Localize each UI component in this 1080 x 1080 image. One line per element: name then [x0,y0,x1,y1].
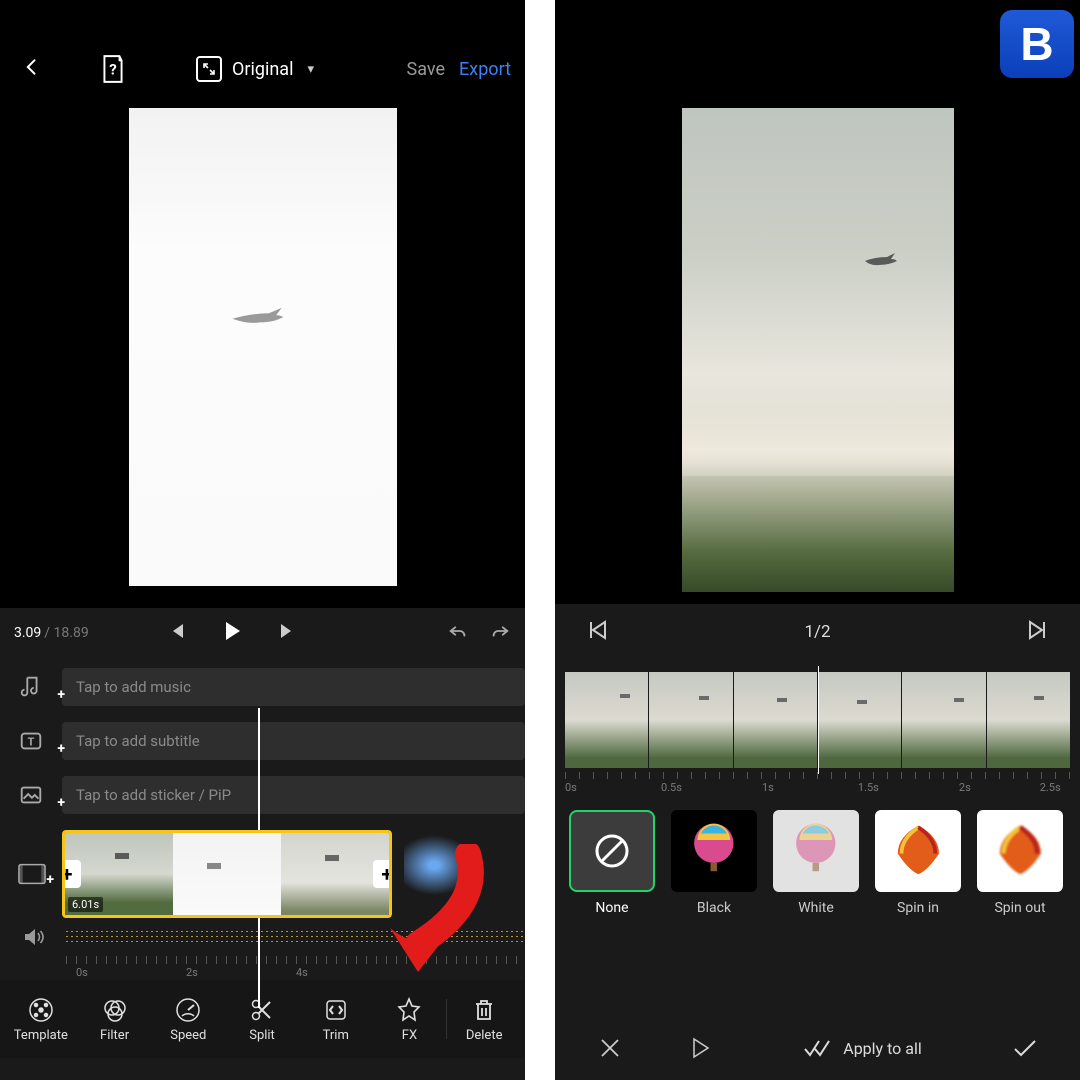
playhead[interactable] [818,666,820,774]
split-button[interactable]: Split [225,996,299,1043]
clip-track[interactable]: 6.01s + + [62,830,525,918]
save-button[interactable]: Save [407,59,446,80]
transition-black[interactable]: Black [671,810,757,920]
delete-button[interactable]: Delete [447,996,521,1043]
expand-icon [196,56,222,82]
video-preview[interactable] [0,98,525,608]
timeline-panel: 3.09 / 18.89 + [0,608,525,1080]
apply-all-button[interactable]: Apply to all [745,1038,980,1058]
cancel-button[interactable] [565,1035,655,1061]
subtitle-track-icon[interactable]: T + [18,728,62,754]
next-clip[interactable] [404,830,504,918]
watermark-logo: B [1000,10,1074,78]
audio-waveform[interactable] [66,931,525,947]
volume-icon[interactable] [22,925,46,953]
transition-spin-out[interactable]: Spin out [977,810,1063,920]
preview-frame [129,108,397,586]
fx-button[interactable]: FX [373,996,447,1043]
aspect-ratio-label: Original [232,59,293,80]
back-button[interactable] [14,55,50,83]
svg-text:?: ? [109,60,116,78]
transition-none[interactable]: None [569,810,655,920]
preview-frame [682,108,954,592]
left-screenshot: ? Original ▾ Save Export 3.09 / 18.89 [0,0,525,1080]
next-transition-button[interactable] [1026,618,1050,646]
time-ruler[interactable]: 0s 0.5s 1s 1.5s 2s 2.5s [565,770,1070,796]
next-button[interactable] [261,622,315,644]
right-screenshot: 1/2 0s 0.5s 1s 1.5s 2s 2.5s [555,0,1080,1080]
clip-strip[interactable] [565,672,1070,768]
bottom-actions: Apply to all [555,1016,1080,1080]
trim-button[interactable]: Trim [299,996,373,1043]
export-button[interactable]: Export [459,59,511,80]
prev-transition-button[interactable] [585,618,609,646]
tracks-area: + Tap to add music T + Tap to add subtit… [0,658,525,980]
transition-counter: 1/2 [804,622,830,642]
play-button[interactable] [203,620,261,646]
help-icon[interactable]: ? [100,54,126,84]
transition-nav: 1/2 [555,604,1080,660]
confirm-button[interactable] [980,1038,1070,1058]
preview-play-button[interactable] [655,1035,745,1061]
transition-list: None Black White Spin in [555,810,1080,920]
toolbar: Template Filter Speed Split Trim FX [0,980,525,1058]
music-track[interactable]: Tap to add music [62,668,525,706]
current-time: 3.09 [14,625,41,641]
transition-panel: 1/2 0s 0.5s 1s 1.5s 2s 2.5s [555,604,1080,1080]
airplane-icon [864,252,898,266]
selected-clip[interactable]: 6.01s + + [62,830,392,918]
add-clip-before[interactable]: + [62,860,81,888]
none-icon [569,810,655,892]
playback-bar: 3.09 / 18.89 [0,608,525,658]
video-preview[interactable] [555,0,1080,604]
time-ruler[interactable]: 0s 2s 4s [66,954,525,980]
transition-white[interactable]: White [773,810,859,920]
music-track-icon[interactable]: + [18,674,62,700]
undo-button[interactable] [447,620,469,646]
svg-text:T: T [28,736,35,749]
video-track-icon[interactable]: + [18,863,62,885]
sticker-track[interactable]: Tap to add sticker / PiP [62,776,525,814]
transition-spin-in[interactable]: Spin in [875,810,961,920]
chevron-down-icon: ▾ [307,62,314,77]
subtitle-track[interactable]: Tap to add subtitle [62,722,525,760]
template-button[interactable]: Template [4,996,78,1043]
airplane-icon [229,306,287,326]
redo-button[interactable] [489,620,511,646]
add-clip-after[interactable]: + [373,860,392,888]
prev-button[interactable] [149,622,203,644]
filter-button[interactable]: Filter [78,996,152,1043]
total-time: / 18.89 [44,625,88,641]
clip-duration: 6.01s [68,897,103,912]
aspect-ratio-selector[interactable]: Original ▾ [196,56,314,82]
top-bar: ? Original ▾ Save Export [0,40,525,98]
sticker-track-icon[interactable]: + [18,782,62,808]
speed-button[interactable]: Speed [151,996,225,1043]
